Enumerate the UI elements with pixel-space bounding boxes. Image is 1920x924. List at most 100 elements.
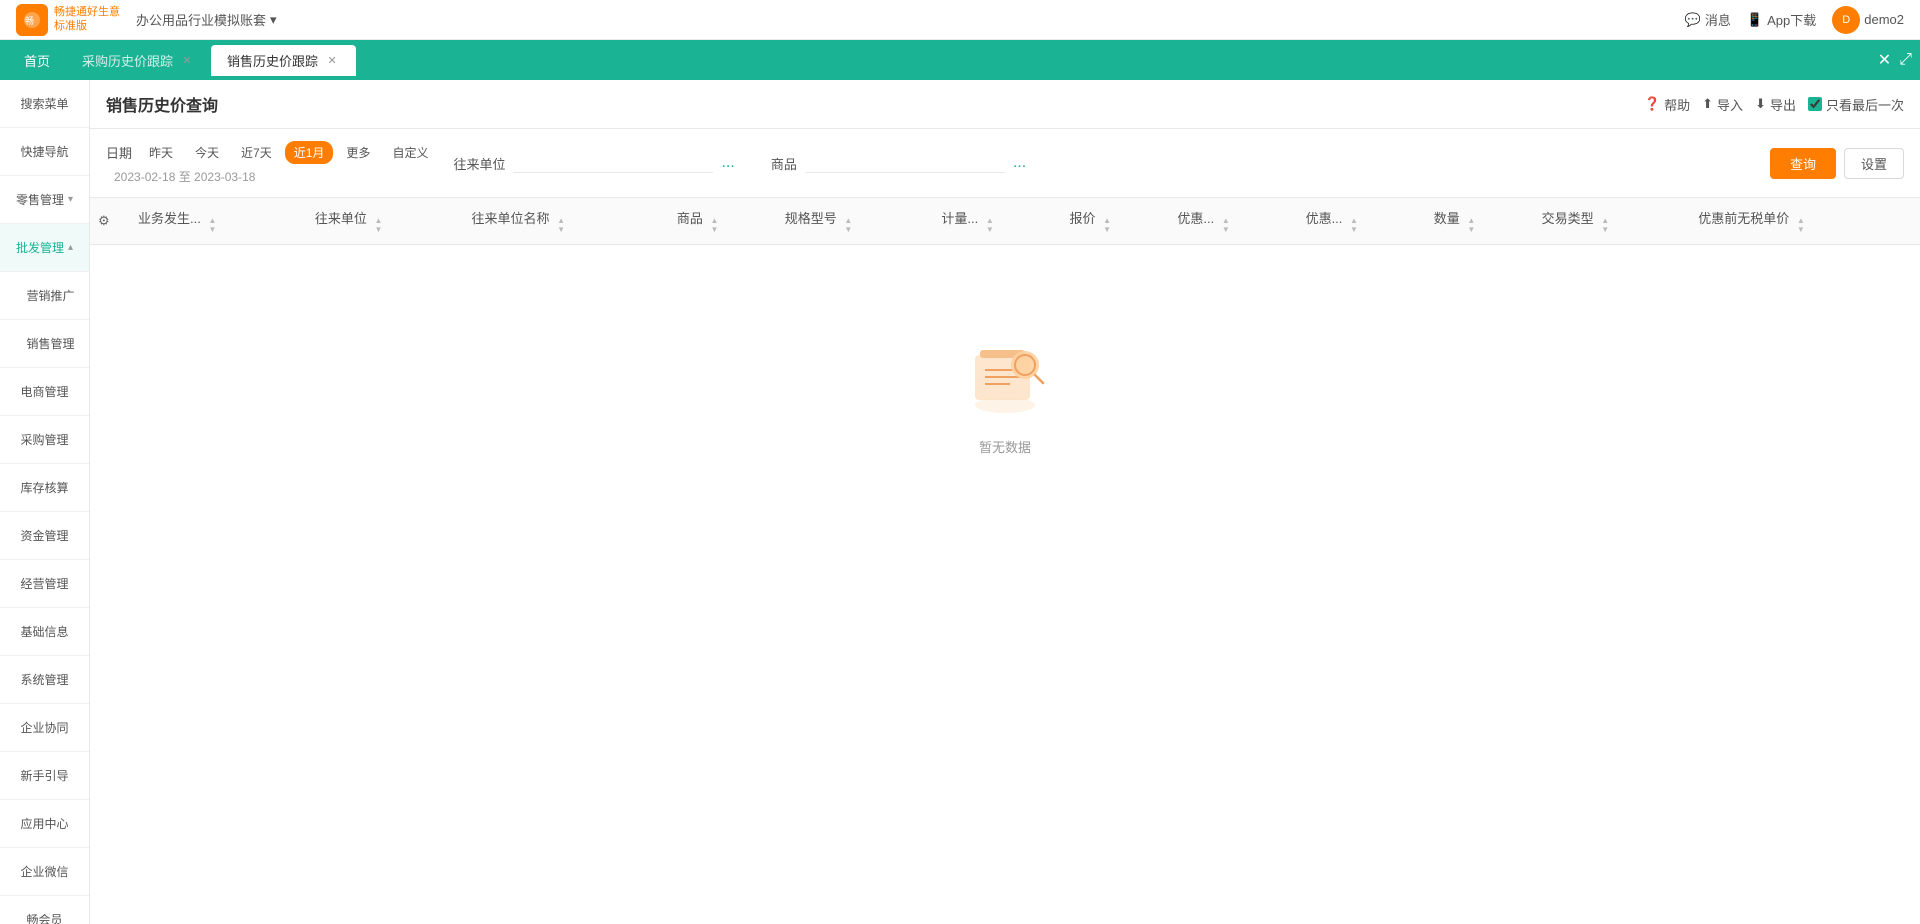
date-buttons: 昨天 今天 近7天 近1月 更多 自定义 <box>140 141 437 164</box>
unit-filter-group: 往来单位 ... <box>453 153 734 173</box>
sidebar-item-finance[interactable]: 资金管理 <box>0 512 89 560</box>
table-header-row: ⚙ 业务发生... ▲ ▼ 往来单位 ▲ <box>90 198 1920 245</box>
date-btn-custom[interactable]: 自定义 <box>383 141 437 164</box>
unit-input[interactable] <box>513 153 713 173</box>
maximize-button[interactable]: ⤢ <box>1899 51 1912 69</box>
app-selector[interactable]: 办公用品行业模拟账套 ▾ <box>128 6 285 33</box>
download-icon: 📱 <box>1747 12 1763 28</box>
sort-icons: ▲ ▼ <box>711 217 719 234</box>
sidebar-item-search[interactable]: 搜索菜单 <box>0 80 89 128</box>
export-button[interactable]: ⬇ 导出 <box>1755 95 1796 114</box>
product-label: 商品 <box>771 154 797 173</box>
th-spec: 规格型号 ▲ ▼ <box>777 198 934 245</box>
close-window-button[interactable]: ✕ <box>1878 50 1891 70</box>
message-button[interactable]: 💬 消息 <box>1685 10 1731 29</box>
date-filter-group: 日期 昨天 今天 近7天 近1月 更多 自定义 <box>106 141 437 164</box>
product-input[interactable] <box>805 153 1005 173</box>
sort-icons: ▲ ▼ <box>844 217 852 234</box>
sidebar-item-guide[interactable]: 新手引导 <box>0 752 89 800</box>
last-only-checkbox-label[interactable]: 只看最后一次 <box>1808 95 1904 114</box>
sidebar-item-operations[interactable]: 经营管理 <box>0 560 89 608</box>
page-title: 销售历史价查询 <box>106 92 218 116</box>
tab-bar-right: ✕ ⤢ <box>1878 50 1912 70</box>
query-button[interactable]: 查询 <box>1770 148 1836 179</box>
empty-state: 暂无数据 <box>90 245 1920 536</box>
sidebar-item-enterprise[interactable]: 企业协同 <box>0 704 89 752</box>
date-btn-1month[interactable]: 近1月 <box>285 141 334 164</box>
sidebar-item-wholesale[interactable]: 批发管理 ▴ <box>0 224 89 272</box>
th-no-tax-price: 优惠前无税单价 ▲ ▼ <box>1690 198 1920 245</box>
top-bar-right: 💬 消息 📱 App下载 D demo2 <box>1685 6 1904 34</box>
sort-icons: ▲ ▼ <box>375 217 383 234</box>
date-btn-yesterday[interactable]: 昨天 <box>140 141 182 164</box>
chevron-down-icon: ▾ <box>270 12 277 28</box>
th-unit-code: 往来单位 ▲ ▼ <box>307 198 464 245</box>
sort-icons: ▲ ▼ <box>1601 217 1609 234</box>
import-icon: ⬆ <box>1702 96 1713 112</box>
sidebar-item-sales-mgmt[interactable]: 销售管理 <box>0 320 89 368</box>
tab-purchase[interactable]: 采购历史价跟踪 ✕ <box>66 45 211 76</box>
download-button[interactable]: 📱 App下载 <box>1747 10 1816 29</box>
th-price: 报价 ▲ ▼ <box>1062 198 1170 245</box>
sidebar-item-basic-info[interactable]: 基础信息 <box>0 608 89 656</box>
sort-icons: ▲ ▼ <box>1350 217 1358 234</box>
sidebar-item-ecommerce[interactable]: 电商管理 <box>0 368 89 416</box>
svg-text:畅: 畅 <box>25 15 34 26</box>
product-filter-group: 商品 ... <box>771 153 1026 173</box>
sidebar-item-member[interactable]: 畅会员 <box>0 896 89 924</box>
sidebar-item-apps[interactable]: 应用中心 <box>0 800 89 848</box>
page-header-actions: ❓ 帮助 ⬆ 导入 ⬇ 导出 只看最后一次 <box>1644 95 1904 114</box>
tab-sales-close[interactable]: ✕ <box>324 52 340 68</box>
sidebar-item-purchase[interactable]: 采购管理 <box>0 416 89 464</box>
th-trade-type: 交易类型 ▲ ▼ <box>1534 198 1691 245</box>
date-range-display: 2023-02-18 至 2023-03-18 <box>114 168 437 185</box>
sidebar-item-shortcuts[interactable]: 快捷导航 <box>0 128 89 176</box>
sort-icons: ▲ ▼ <box>1467 217 1475 234</box>
th-unit-measure: 计量... ▲ ▼ <box>933 198 1061 245</box>
table-header: ⚙ 业务发生... ▲ ▼ 往来单位 ▲ <box>90 198 1920 245</box>
th-unit-name: 往来单位名称 ▲ ▼ <box>464 198 669 245</box>
sort-icons: ▲ ▼ <box>986 217 994 234</box>
tab-sales[interactable]: 销售历史价跟踪 ✕ <box>211 45 356 76</box>
date-btn-7days[interactable]: 近7天 <box>232 141 281 164</box>
tab-purchase-close[interactable]: ✕ <box>179 52 195 68</box>
date-btn-today[interactable]: 今天 <box>186 141 228 164</box>
tab-home[interactable]: 首页 <box>8 45 66 76</box>
sidebar-item-wechat[interactable]: 企业微信 <box>0 848 89 896</box>
th-product: 商品 ▲ ▼ <box>669 198 777 245</box>
empty-icon <box>955 325 1055 425</box>
logo-text: 畅捷通好生意 标准版 <box>54 6 120 32</box>
sidebar-item-marketing[interactable]: 营销推广 <box>0 272 89 320</box>
th-discount1: 优惠... ▲ ▼ <box>1169 198 1297 245</box>
th-discount2: 优惠... ▲ ▼ <box>1298 198 1426 245</box>
logo-area: 畅 畅捷通好生意 标准版 <box>16 4 120 36</box>
settings-button[interactable]: 设置 <box>1844 148 1904 179</box>
column-settings-icon[interactable]: ⚙ <box>98 213 110 228</box>
th-qty: 数量 ▲ ▼ <box>1426 198 1534 245</box>
user-menu[interactable]: D demo2 <box>1832 6 1904 34</box>
th-biz-date: 业务发生... ▲ ▼ <box>130 198 307 245</box>
chevron-up-icon: ▴ <box>68 242 73 253</box>
help-button[interactable]: ❓ 帮助 <box>1644 95 1690 114</box>
sort-icons: ▲ ▼ <box>1797 217 1805 234</box>
sort-asc-icon: ▲ <box>208 217 216 225</box>
tab-bar: 首页 采购历史价跟踪 ✕ 销售历史价跟踪 ✕ ✕ ⤢ <box>0 40 1920 80</box>
unit-dots-button[interactable]: ... <box>721 154 734 172</box>
empty-text: 暂无数据 <box>979 437 1031 456</box>
filter-bar: 日期 昨天 今天 近7天 近1月 更多 自定义 2023-02-18 至 202… <box>90 129 1920 198</box>
last-only-checkbox[interactable] <box>1808 97 1822 111</box>
sidebar-item-retail[interactable]: 零售管理 ▾ <box>0 176 89 224</box>
table-container: ⚙ 业务发生... ▲ ▼ 往来单位 ▲ <box>90 198 1920 924</box>
unit-label: 往来单位 <box>453 154 505 173</box>
content-area: 销售历史价查询 ❓ 帮助 ⬆ 导入 ⬇ 导出 只看最后一次 <box>90 80 1920 924</box>
date-filter-col: 日期 昨天 今天 近7天 近1月 更多 自定义 2023-02-18 至 202… <box>106 141 437 185</box>
sidebar-item-system[interactable]: 系统管理 <box>0 656 89 704</box>
product-dots-button[interactable]: ... <box>1013 154 1026 172</box>
import-button[interactable]: ⬆ 导入 <box>1702 95 1743 114</box>
avatar: D <box>1832 6 1860 34</box>
sort-icons: ▲ ▼ <box>208 217 216 234</box>
page-header: 销售历史价查询 ❓ 帮助 ⬆ 导入 ⬇ 导出 只看最后一次 <box>90 80 1920 129</box>
sidebar-item-inventory[interactable]: 库存核算 <box>0 464 89 512</box>
date-btn-more[interactable]: 更多 <box>337 141 379 164</box>
sort-icons: ▲ ▼ <box>557 217 565 234</box>
